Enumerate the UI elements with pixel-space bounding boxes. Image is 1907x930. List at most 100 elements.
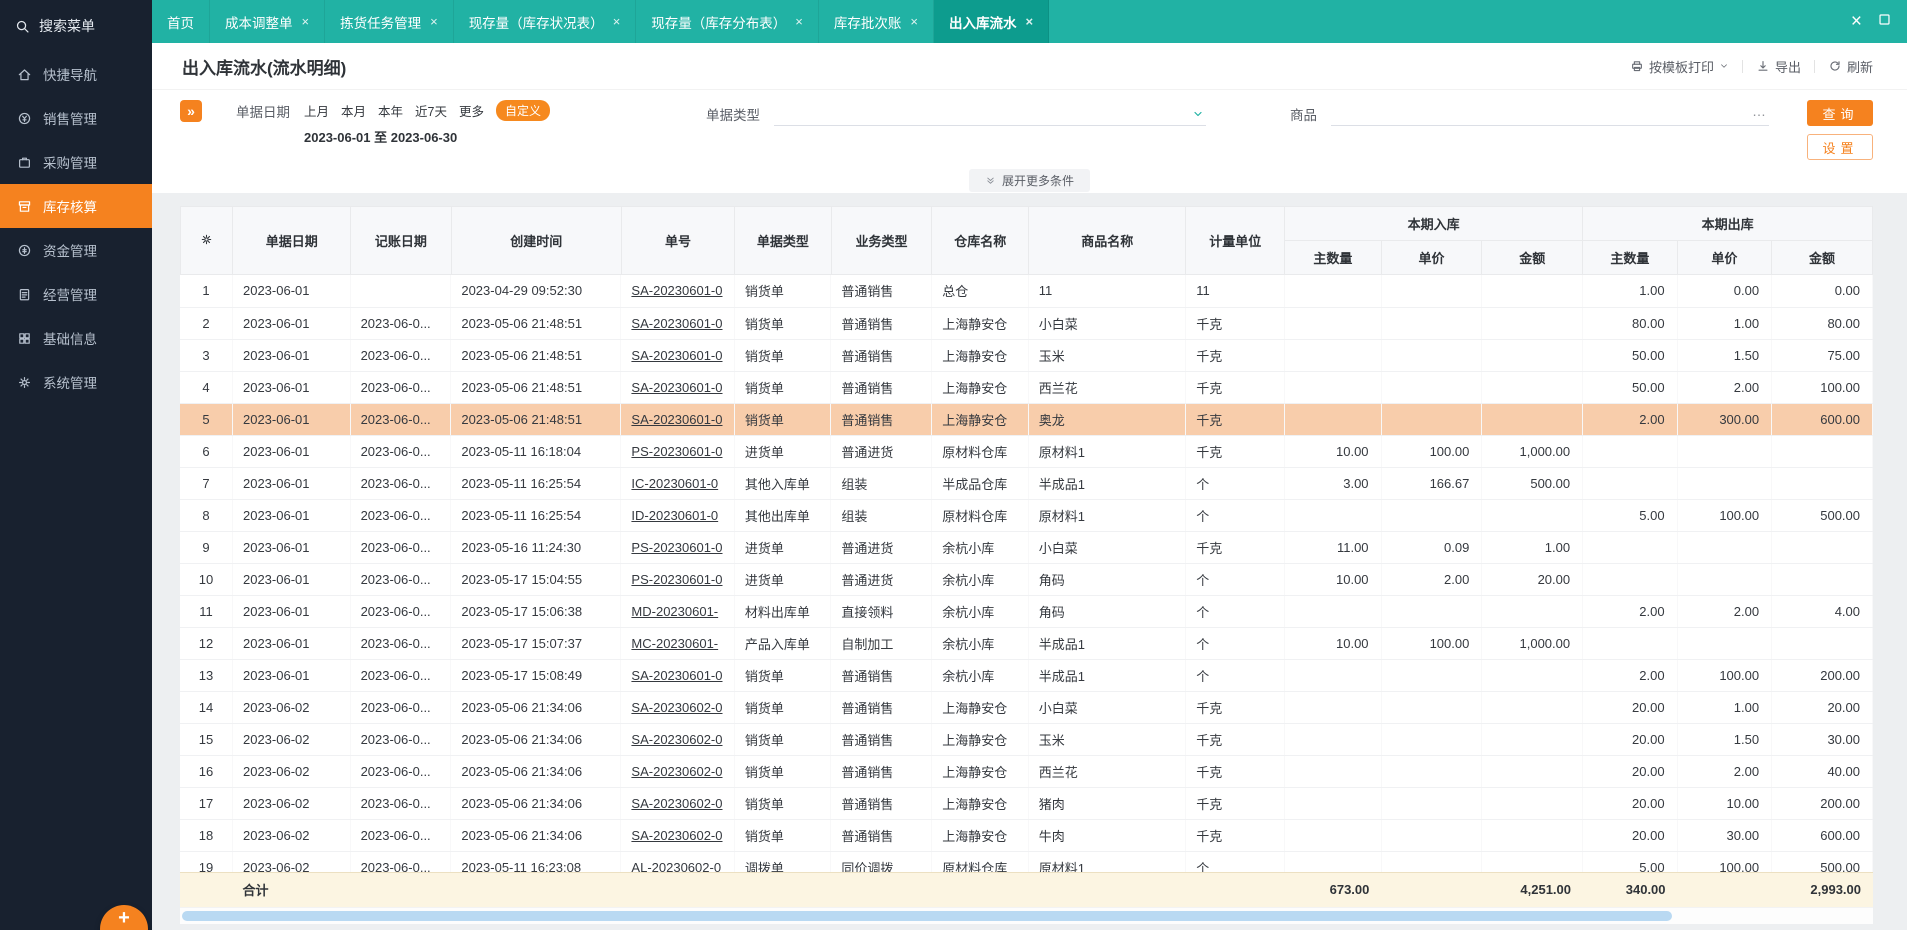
- tab-close-icon[interactable]: ×: [613, 14, 621, 29]
- date-quick-option-2[interactable]: 本年: [378, 101, 403, 120]
- collapse-filter-button[interactable]: »: [180, 100, 202, 122]
- doc-no-link[interactable]: SA-20230602-0: [631, 764, 722, 779]
- table-row[interactable]: 1 2023-06-01 2023-04-29 09:52:30 SA-2023060…: [180, 275, 1873, 308]
- tab-2[interactable]: 拣货任务管理 ×: [325, 0, 454, 43]
- col-header-doc-no[interactable]: 单号: [620, 206, 736, 275]
- sidebar-item-base-info[interactable]: 基础信息: [0, 316, 152, 360]
- col-header-in-amount[interactable]: 金额: [1481, 240, 1584, 275]
- table-row[interactable]: 6 2023-06-01 2023-06-0... 2023-05-11 16:18:…: [180, 435, 1873, 468]
- tab-1[interactable]: 成本调整单 ×: [210, 0, 326, 43]
- col-header-product[interactable]: 商品名称: [1027, 206, 1187, 275]
- doc-no-link[interactable]: ID-20230601-0: [631, 508, 718, 523]
- col-header-biz-type[interactable]: 业务类型: [830, 206, 933, 275]
- tab-close-icon[interactable]: ×: [795, 14, 803, 29]
- table-row[interactable]: 18 2023-06-02 2023-06-0... 2023-05-06 21:34…: [180, 819, 1873, 852]
- cell-biz-type: 普通销售: [830, 755, 933, 788]
- tab-close-icon[interactable]: ×: [430, 14, 438, 29]
- doc-type-select[interactable]: [774, 101, 1206, 126]
- doc-no-link[interactable]: SA-20230601-0: [631, 316, 722, 331]
- table-row[interactable]: 4 2023-06-01 2023-06-0... 2023-05-06 21:48:…: [180, 371, 1873, 404]
- table-row[interactable]: 8 2023-06-01 2023-06-0... 2023-05-11 16:25:…: [180, 499, 1873, 532]
- col-header-out-amount[interactable]: 金额: [1771, 240, 1873, 275]
- close-window-icon[interactable]: ×: [1851, 12, 1862, 31]
- doc-no-link[interactable]: AL-20230602-0: [631, 860, 721, 873]
- date-quick-option-4[interactable]: 更多: [459, 101, 484, 120]
- tab-close-icon[interactable]: ×: [302, 14, 310, 29]
- table-row[interactable]: 14 2023-06-02 2023-06-0... 2023-05-06 21:34…: [180, 691, 1873, 724]
- tab-close-icon[interactable]: ×: [910, 14, 918, 29]
- sidebar-item-funds[interactable]: 资金管理: [0, 228, 152, 272]
- scrollbar-thumb[interactable]: [182, 910, 1672, 921]
- table-row[interactable]: 11 2023-06-01 2023-06-0... 2023-05-17 15:06…: [180, 595, 1873, 628]
- table-row[interactable]: 3 2023-06-01 2023-06-0... 2023-05-06 21:48:…: [180, 339, 1873, 372]
- more-options-icon[interactable]: …: [1752, 103, 1767, 119]
- column-settings-icon[interactable]: [200, 234, 213, 249]
- doc-no-link[interactable]: SA-20230602-0: [631, 700, 722, 715]
- tab-6[interactable]: 出入库流水 ×: [933, 0, 1050, 43]
- col-header-out-qty[interactable]: 主数量: [1582, 240, 1678, 275]
- table-row[interactable]: 7 2023-06-01 2023-06-0... 2023-05-11 16:25:…: [180, 467, 1873, 500]
- export-button[interactable]: 导出: [1756, 57, 1801, 76]
- tab-0[interactable]: 首页: [152, 0, 210, 43]
- col-header-in-qty[interactable]: 主数量: [1284, 240, 1382, 275]
- col-header-doc-type[interactable]: 单据类型: [734, 206, 832, 275]
- table-row[interactable]: 19 2023-06-02 2023-06-0... 2023-05-11 16:23…: [180, 851, 1873, 872]
- table-row[interactable]: 9 2023-06-01 2023-06-0... 2023-05-16 11:24:…: [180, 531, 1873, 564]
- doc-no-link[interactable]: SA-20230601-0: [631, 348, 722, 363]
- settings-button[interactable]: 设置: [1807, 134, 1873, 160]
- product-input[interactable]: …: [1331, 101, 1769, 126]
- col-header-acct-date[interactable]: 记账日期: [350, 206, 452, 275]
- date-quick-option-3[interactable]: 近7天: [415, 101, 447, 120]
- sidebar-item-system[interactable]: 系统管理: [0, 360, 152, 404]
- date-quick-option-0[interactable]: 上月: [304, 101, 329, 120]
- doc-no-link[interactable]: SA-20230602-0: [631, 828, 722, 843]
- col-header-unit[interactable]: 计量单位: [1185, 206, 1286, 275]
- doc-no-link[interactable]: PS-20230601-0: [631, 444, 722, 459]
- tab-5[interactable]: 库存批次账 ×: [819, 0, 934, 43]
- tab-4[interactable]: 现存量（库存分布表） ×: [636, 0, 819, 43]
- refresh-button[interactable]: 刷新: [1828, 57, 1873, 76]
- fullscreen-icon[interactable]: [1878, 13, 1891, 31]
- date-quick-option-1[interactable]: 本月: [341, 101, 366, 120]
- doc-no-link[interactable]: SA-20230601-0: [631, 412, 722, 427]
- doc-no-link[interactable]: SA-20230601-0: [631, 380, 722, 395]
- doc-no-link[interactable]: SA-20230602-0: [631, 732, 722, 747]
- doc-no-link[interactable]: SA-20230601-0: [631, 283, 722, 298]
- sidebar-item-sales[interactable]: 销售管理: [0, 96, 152, 140]
- table-row[interactable]: 13 2023-06-01 2023-06-0... 2023-05-17 15:08…: [180, 659, 1873, 692]
- cell-in-price: [1381, 371, 1483, 404]
- tab-3[interactable]: 现存量（库存状况表） ×: [454, 0, 637, 43]
- sidebar-item-purchase[interactable]: 采购管理: [0, 140, 152, 184]
- custom-date-badge[interactable]: 自定义: [496, 100, 551, 121]
- col-header-doc-date[interactable]: 单据日期: [232, 206, 352, 275]
- table-row[interactable]: 12 2023-06-01 2023-06-0... 2023-05-17 15:07…: [180, 627, 1873, 660]
- table-row[interactable]: 15 2023-06-02 2023-06-0... 2023-05-06 21:34…: [180, 723, 1873, 756]
- table-row[interactable]: 2 2023-06-01 2023-06-0... 2023-05-06 21:48:…: [180, 307, 1873, 340]
- col-header-out-price[interactable]: 单价: [1676, 240, 1773, 275]
- doc-no-link[interactable]: PS-20230601-0: [631, 572, 722, 587]
- doc-no-link[interactable]: SA-20230602-0: [631, 796, 722, 811]
- table-row[interactable]: 5 2023-06-01 2023-06-0... 2023-05-06 21:48:…: [180, 403, 1873, 436]
- horizontal-scrollbar[interactable]: [180, 906, 1873, 924]
- date-range-value[interactable]: 2023-06-01 至 2023-06-30: [304, 127, 550, 146]
- doc-no-link[interactable]: SA-20230601-0: [631, 668, 722, 683]
- table-row[interactable]: 16 2023-06-02 2023-06-0... 2023-05-06 21:34…: [180, 755, 1873, 788]
- col-header-in-price[interactable]: 单价: [1380, 240, 1483, 275]
- query-button[interactable]: 查询: [1807, 100, 1873, 126]
- doc-no-link[interactable]: MD-20230601-: [631, 604, 718, 619]
- doc-no-link[interactable]: IC-20230601-0: [631, 476, 718, 491]
- sidebar-item-operations[interactable]: 经营管理: [0, 272, 152, 316]
- tab-close-icon[interactable]: ×: [1025, 14, 1033, 29]
- sidebar-item-home[interactable]: 快捷导航: [0, 52, 152, 96]
- doc-no-link[interactable]: MC-20230601-: [631, 636, 718, 651]
- table-body-viewport[interactable]: 1 2023-06-01 2023-04-29 09:52:30 SA-2023060…: [180, 275, 1873, 872]
- sidebar-search[interactable]: 搜索菜单: [0, 0, 152, 52]
- table-row[interactable]: 10 2023-06-01 2023-06-0... 2023-05-17 15:04…: [180, 563, 1873, 596]
- table-row[interactable]: 17 2023-06-02 2023-06-0... 2023-05-06 21:34…: [180, 787, 1873, 820]
- expand-more-button[interactable]: 展开更多条件: [968, 168, 1090, 192]
- sidebar-item-inventory[interactable]: 库存核算: [0, 184, 152, 228]
- col-header-created[interactable]: 创建时间: [450, 206, 622, 275]
- doc-no-link[interactable]: PS-20230601-0: [631, 540, 722, 555]
- print-template-button[interactable]: 按模板打印: [1630, 57, 1729, 76]
- col-header-warehouse[interactable]: 仓库名称: [931, 206, 1029, 275]
